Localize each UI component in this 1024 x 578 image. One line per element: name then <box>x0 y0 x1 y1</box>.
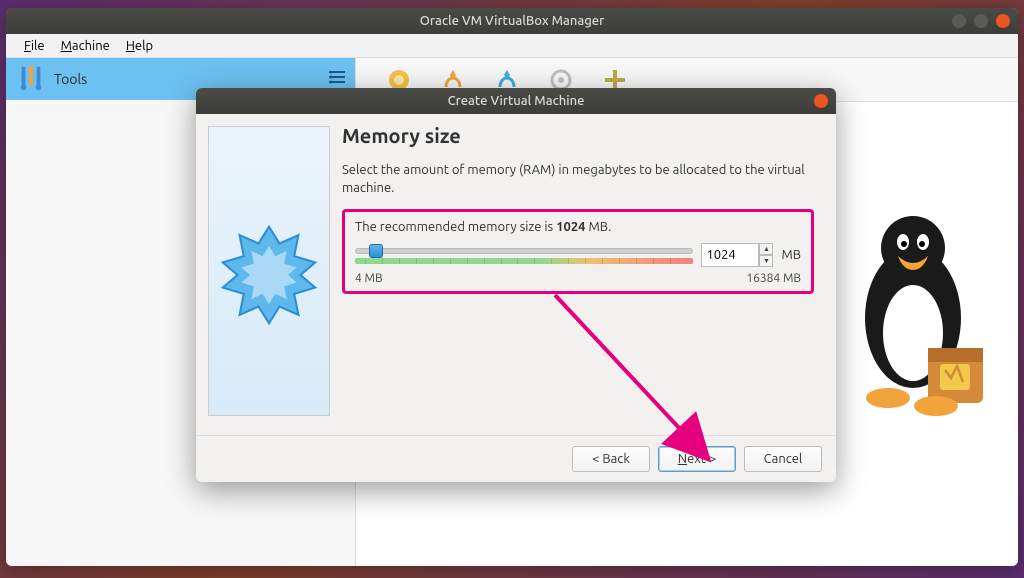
memory-unit-label: MB <box>781 248 801 262</box>
dialog-close-button[interactable] <box>814 94 828 108</box>
menu-file[interactable]: File <box>18 37 51 55</box>
slider-max-label: 16384 MB <box>746 272 801 285</box>
sidebar-tools-label: Tools <box>54 71 87 87</box>
dialog-description: Select the amount of memory (RAM) in meg… <box>342 161 814 197</box>
minimize-button[interactable] <box>952 14 966 28</box>
memory-slider[interactable] <box>355 240 693 270</box>
dialog-body: Memory size Select the amount of memory … <box>196 114 836 435</box>
window-controls <box>952 14 1010 28</box>
dialog-titlebar: Create Virtual Machine <box>196 88 836 114</box>
maximize-button[interactable] <box>974 14 988 28</box>
memory-slider-row: 1024 ▲▼ MB <box>355 240 801 270</box>
tools-icon <box>16 63 46 96</box>
spinner-up-icon[interactable]: ▲ <box>759 243 773 255</box>
slider-handle[interactable] <box>369 244 383 258</box>
dialog-title: Create Virtual Machine <box>448 94 585 108</box>
next-button[interactable]: Next > <box>658 446 736 472</box>
slider-range-labels: 4 MB 16384 MB <box>355 272 801 285</box>
slider-min-label: 4 MB <box>355 272 383 285</box>
close-button[interactable] <box>996 14 1010 28</box>
main-title: Oracle VM VirtualBox Manager <box>420 14 604 28</box>
cancel-button[interactable]: Cancel <box>744 446 822 472</box>
memory-highlight-box: The recommended memory size is 1024 MB. … <box>342 209 814 294</box>
memory-spinner[interactable]: ▲▼ <box>759 243 773 267</box>
create-vm-dialog: Create Virtual Machine Memory size Selec… <box>196 88 836 482</box>
tux-decoration <box>838 198 998 428</box>
spinner-down-icon[interactable]: ▼ <box>759 255 773 267</box>
dialog-heading: Memory size <box>342 124 814 147</box>
menu-help[interactable]: Help <box>120 37 159 55</box>
dialog-sidebar-image <box>196 114 336 435</box>
memory-value-input[interactable]: 1024 <box>701 243 759 267</box>
back-button[interactable]: < Back <box>572 446 650 472</box>
recommended-line: The recommended memory size is 1024 MB. <box>355 220 801 234</box>
menubar: File Machine Help <box>6 34 1018 58</box>
dialog-content: Memory size Select the amount of memory … <box>336 114 836 435</box>
wizard-badge-icon <box>209 211 329 331</box>
dialog-button-row: < Back Next > Cancel <box>196 435 836 482</box>
menu-machine[interactable]: Machine <box>55 37 116 55</box>
main-titlebar: Oracle VM VirtualBox Manager <box>6 8 1018 34</box>
sidebar-menu-icon[interactable] <box>329 71 345 88</box>
